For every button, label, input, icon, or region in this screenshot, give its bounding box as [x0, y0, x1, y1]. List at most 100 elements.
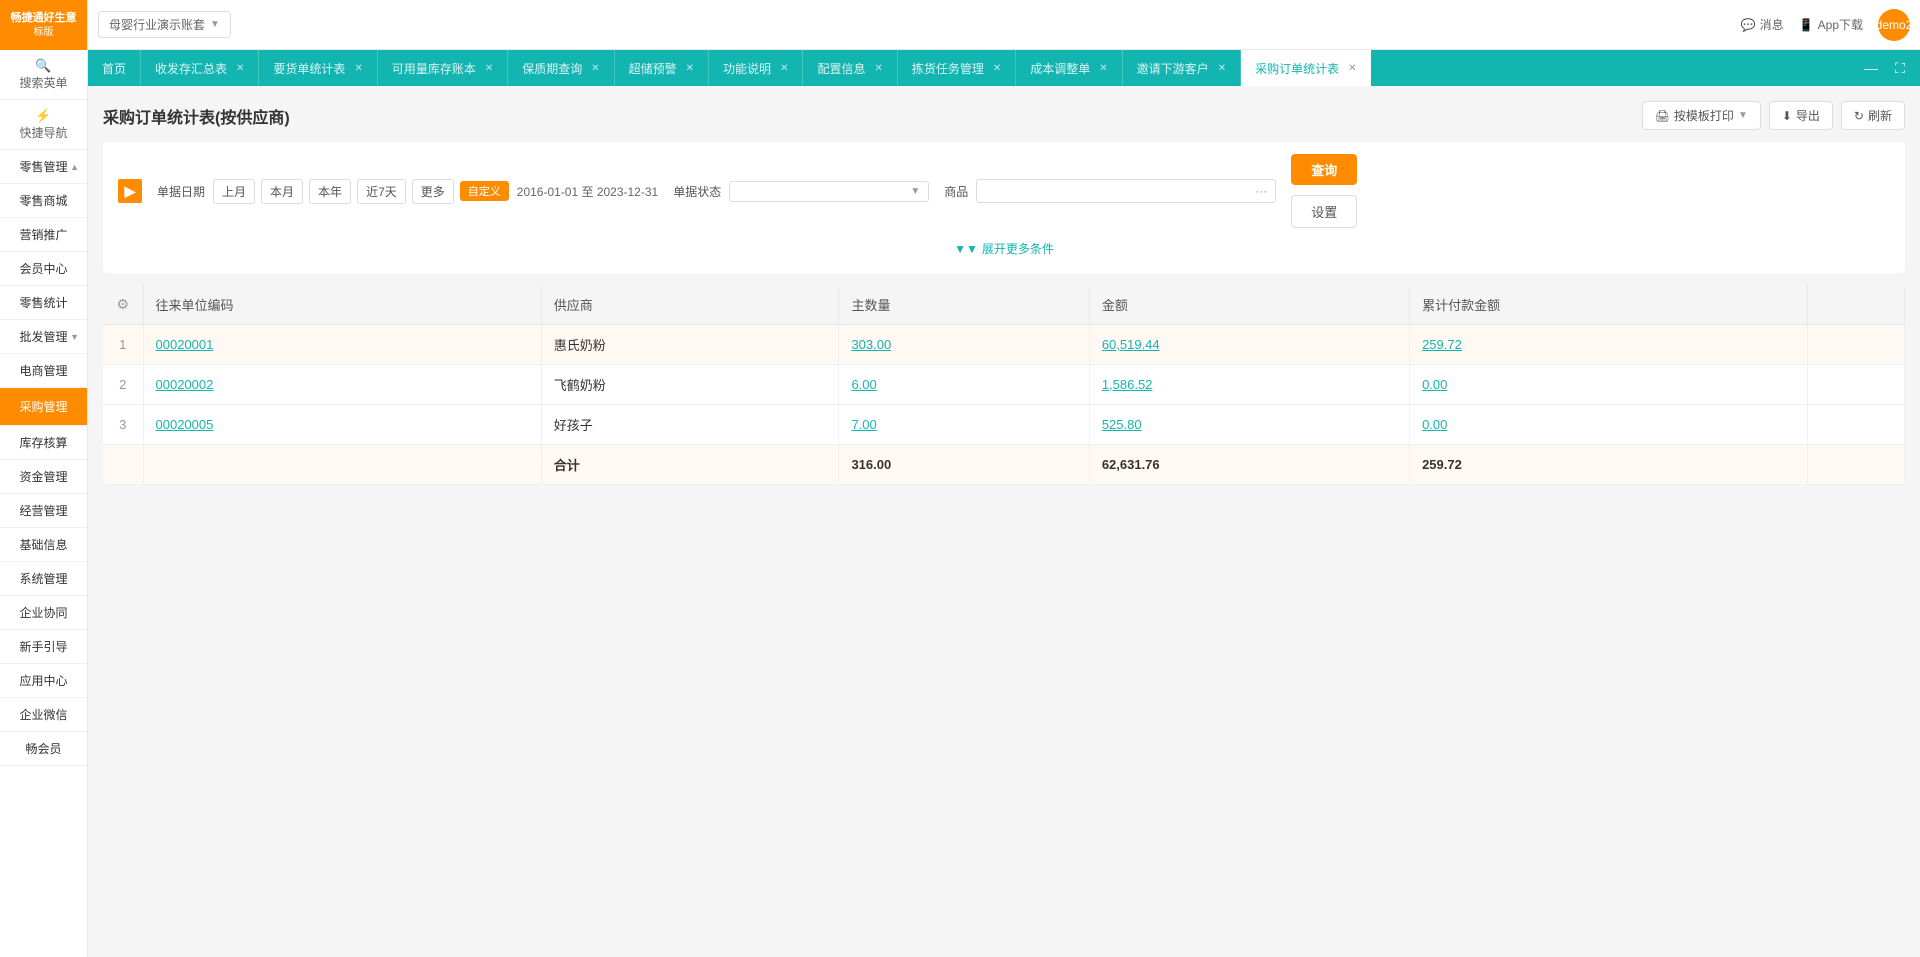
app-download-button[interactable]: 📱 App下载 [1799, 16, 1863, 33]
filter-expand-row: ▼▼ 展开更多条件 [118, 236, 1890, 261]
sidebar-item-inventory[interactable]: 库存核算 [0, 426, 87, 460]
row-1-amount-link[interactable]: 60,519.44 [1102, 337, 1160, 352]
row-3-no: 3 [103, 405, 143, 445]
print-button[interactable]: 🖨 按模板打印 ▼ [1642, 101, 1761, 130]
content-area: 采购订单统计表(按供应商) 🖨 按模板打印 ▼ ⬇ 导出 ↻ 刷新 [88, 86, 1920, 957]
tab-close-config[interactable]: ✕ [874, 63, 882, 74]
tab-close-collect-send[interactable]: ✕ [236, 63, 244, 74]
tab-close-goods-stats[interactable]: ✕ [354, 63, 362, 74]
row-1-paid-link[interactable]: 259.72 [1422, 337, 1462, 352]
tab-home[interactable]: 首页 [88, 50, 141, 86]
filter-row-1: ▶ 单据日期 上月 本月 本年 近7天 更多 自定义 2016-01-01 至 … [118, 154, 1890, 228]
footer-amount: 62,631.76 [1089, 445, 1409, 485]
status-dropdown-icon: ▼ [910, 186, 920, 197]
goods-label: 商品 [944, 183, 968, 200]
table-row: 3 00020005 好孩子 7.00 525.80 0.00 [103, 405, 1905, 445]
logo: 畅捷通好生意标版 [0, 0, 87, 50]
sidebar-item-capital[interactable]: 资金管理 [0, 460, 87, 494]
status-select[interactable]: ▼ [729, 181, 929, 202]
tab-close-pick-task[interactable]: ✕ [993, 63, 1001, 74]
goods-more-icon[interactable]: ··· [1255, 184, 1267, 198]
sidebar-item-search[interactable]: 🔍 搜索英单 [0, 50, 87, 100]
tab-shelf-life[interactable]: 保质期查询 ✕ [508, 50, 614, 86]
row-2-paid-link[interactable]: 0.00 [1422, 377, 1447, 392]
tab-purchase-stats[interactable]: 采购订单统计表 ✕ [1241, 50, 1371, 86]
row-3-code: 00020005 [143, 405, 541, 445]
expand-more-button[interactable]: ▼▼ 展开更多条件 [946, 236, 1062, 261]
goods-input[interactable]: ··· [976, 179, 1276, 203]
tab-invite-downstream[interactable]: 邀请下游客户 ✕ [1123, 50, 1241, 86]
sidebar-item-retail-stats[interactable]: 零售统计 [0, 286, 87, 320]
tab-func-desc[interactable]: 功能说明 ✕ [709, 50, 803, 86]
row-1-code-link[interactable]: 00020001 [156, 337, 214, 352]
tab-close-func-desc[interactable]: ✕ [780, 63, 788, 74]
row-1-qty-link[interactable]: 303.00 [851, 337, 891, 352]
column-settings-icon[interactable]: ⚙ [116, 296, 129, 312]
sidebar-item-system[interactable]: 系统管理 [0, 562, 87, 596]
sidebar-item-app-center[interactable]: 应用中心 [0, 664, 87, 698]
col-extra [1808, 285, 1905, 325]
date-btn-last-month[interactable]: 上月 [213, 179, 255, 204]
filter-toggle-button[interactable]: ▶ [118, 179, 142, 203]
row-3-code-link[interactable]: 00020005 [156, 417, 214, 432]
tab-minimize-button[interactable]: — [1859, 56, 1883, 80]
date-custom-badge[interactable]: 自定义 [460, 181, 509, 201]
row-3-qty: 7.00 [839, 405, 1089, 445]
row-3-amount-link[interactable]: 525.80 [1102, 417, 1142, 432]
row-3-qty-link[interactable]: 7.00 [851, 417, 876, 432]
tab-close-available-stock[interactable]: ✕ [485, 63, 493, 74]
date-btn-more[interactable]: 更多 [412, 179, 454, 204]
tab-close-purchase-stats[interactable]: ✕ [1348, 63, 1356, 74]
sidebar-item-wholesale[interactable]: 批发管理 [0, 320, 87, 354]
message-button[interactable]: 💬 消息 [1741, 16, 1784, 33]
date-btn-this-year[interactable]: 本年 [309, 179, 351, 204]
row-2-qty-link[interactable]: 6.00 [851, 377, 876, 392]
tab-close-shelf-life[interactable]: ✕ [591, 63, 599, 74]
logo-text: 畅捷通好生意标版 [11, 11, 77, 40]
refresh-button[interactable]: ↻ 刷新 [1841, 101, 1905, 130]
sidebar-item-enterprise[interactable]: 企业协同 [0, 596, 87, 630]
sidebar-item-retail-store[interactable]: 零售商城 [0, 184, 87, 218]
row-1-qty: 303.00 [839, 325, 1089, 365]
date-btn-this-month[interactable]: 本月 [261, 179, 303, 204]
row-2-extra [1808, 365, 1905, 405]
sidebar-item-basic[interactable]: 基础信息 [0, 528, 87, 562]
sidebar-item-ecommerce[interactable]: 电商管理 [0, 354, 87, 388]
row-1-amount: 60,519.44 [1089, 325, 1409, 365]
tab-config[interactable]: 配置信息 ✕ [803, 50, 897, 86]
tab-collect-send[interactable]: 收发存汇总表 ✕ [141, 50, 259, 86]
col-settings[interactable]: ⚙ [103, 285, 143, 325]
sidebar-item-newbie[interactable]: 新手引导 [0, 630, 87, 664]
tab-close-overstock-warn[interactable]: ✕ [686, 63, 694, 74]
date-presets: 上月 本月 本年 近7天 更多 自定义 [213, 179, 509, 204]
row-2-code: 00020002 [143, 365, 541, 405]
settings-button[interactable]: 设置 [1291, 195, 1357, 228]
row-2-amount-link[interactable]: 1,586.52 [1102, 377, 1153, 392]
tab-goods-stats[interactable]: 要货单统计表 ✕ [259, 50, 377, 86]
sidebar-item-vip[interactable]: 畅会员 [0, 732, 87, 766]
breadcrumb-select[interactable]: 母婴行业演示账套 ▼ [98, 11, 231, 38]
sidebar-item-quick-nav[interactable]: ⚡ 快捷导航 [0, 100, 87, 150]
tab-maximize-button[interactable]: ⛶ [1888, 56, 1912, 80]
export-button[interactable]: ⬇ 导出 [1769, 101, 1833, 130]
date-btn-7days[interactable]: 近7天 [357, 179, 406, 204]
tab-available-stock[interactable]: 可用量库存账本 ✕ [378, 50, 508, 86]
sidebar-item-wechat[interactable]: 企业微信 [0, 698, 87, 732]
status-label: 单据状态 [673, 183, 721, 200]
sidebar-item-purchase[interactable]: 采购管理 [0, 388, 87, 426]
sidebar-item-operation[interactable]: 经营管理 [0, 494, 87, 528]
tab-close-cost-adjust[interactable]: ✕ [1099, 63, 1107, 74]
row-3-paid-link[interactable]: 0.00 [1422, 417, 1447, 432]
tab-pick-task[interactable]: 拣货任务管理 ✕ [898, 50, 1016, 86]
tab-cost-adjust[interactable]: 成本调整单 ✕ [1016, 50, 1122, 86]
user-avatar[interactable]: demo2 [1878, 9, 1910, 41]
tab-close-invite-downstream[interactable]: ✕ [1218, 63, 1226, 74]
tab-overstock-warn[interactable]: 超储预警 ✕ [615, 50, 709, 86]
row-1-extra [1808, 325, 1905, 365]
sidebar-item-marketing[interactable]: 营销推广 [0, 218, 87, 252]
query-button[interactable]: 查询 [1291, 154, 1357, 185]
sidebar-item-retail-mgmt[interactable]: 零售管理 [0, 150, 87, 184]
sidebar-item-member[interactable]: 会员中心 [0, 252, 87, 286]
row-2-code-link[interactable]: 00020002 [156, 377, 214, 392]
filter-goods-group: 商品 ··· [944, 179, 1276, 203]
